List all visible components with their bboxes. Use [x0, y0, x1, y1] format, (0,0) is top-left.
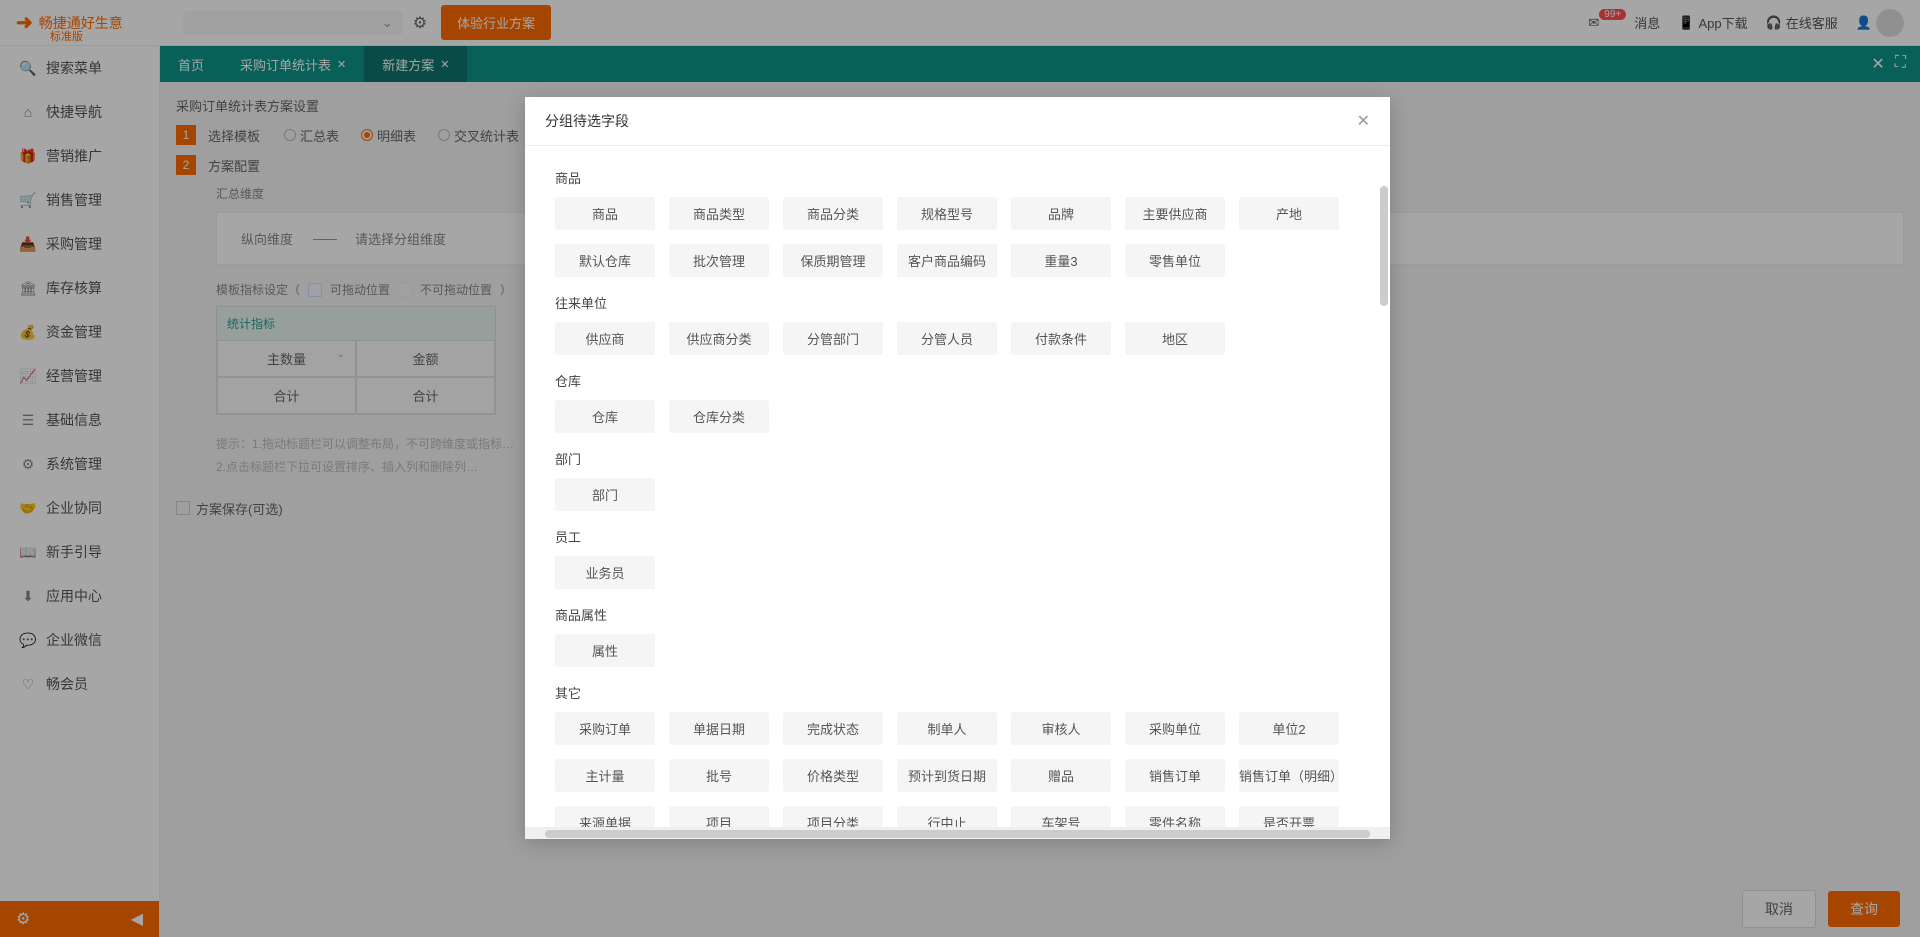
field-chip[interactable]: 零售单位 — [1125, 244, 1225, 277]
dialog-header: 分组待选字段 ✕ — [525, 97, 1390, 146]
chip-row: 业务员 — [555, 556, 1360, 589]
field-chip[interactable]: 商品分类 — [783, 197, 883, 230]
field-chip[interactable]: 供应商 — [555, 322, 655, 355]
chip-row: 供应商供应商分类分管部门分管人员付款条件地区 — [555, 322, 1360, 355]
field-chip[interactable]: 采购单位 — [1125, 712, 1225, 745]
chip-row: 商品商品类型商品分类规格型号品牌主要供应商产地默认仓库批次管理保质期管理客户商品… — [555, 197, 1360, 277]
chip-row: 仓库仓库分类 — [555, 400, 1360, 433]
field-chip[interactable]: 来源单据 — [555, 806, 655, 827]
field-group-6: 其它采购订单单据日期完成状态制单人审核人采购单位单位2 主计量批号价格类型预计到货… — [555, 683, 1360, 827]
dialog-body: 商品商品商品类型商品分类规格型号品牌主要供应商产地默认仓库批次管理保质期管理客户… — [525, 146, 1390, 827]
field-chip[interactable]: 零件名称 — [1125, 806, 1225, 827]
field-group-0: 商品商品商品类型商品分类规格型号品牌主要供应商产地默认仓库批次管理保质期管理客户… — [555, 168, 1360, 277]
field-chip[interactable]: 默认仓库 — [555, 244, 655, 277]
field-chip[interactable]: 车架号 — [1011, 806, 1111, 827]
field-chip[interactable]: 主计量 — [555, 759, 655, 792]
field-chip[interactable]: 商品类型 — [669, 197, 769, 230]
field-chip[interactable]: 审核人 — [1011, 712, 1111, 745]
field-group-1: 往来单位供应商供应商分类分管部门分管人员付款条件地区 — [555, 293, 1360, 355]
field-group-4: 员工业务员 — [555, 527, 1360, 589]
field-chip[interactable]: 销售订单（明细） — [1239, 759, 1339, 792]
chip-row: 采购订单单据日期完成状态制单人审核人采购单位单位2 主计量批号价格类型预计到货日期… — [555, 712, 1360, 827]
field-chip[interactable]: 保质期管理 — [783, 244, 883, 277]
field-chip[interactable]: 品牌 — [1011, 197, 1111, 230]
field-chip[interactable]: 商品 — [555, 197, 655, 230]
scrollbar-vertical[interactable] — [1380, 186, 1388, 306]
group-title: 部门 — [555, 449, 1360, 468]
group-title: 商品属性 — [555, 605, 1360, 624]
field-chip[interactable]: 客户商品编码 — [897, 244, 997, 277]
field-chip[interactable]: 产地 — [1239, 197, 1339, 230]
field-chip[interactable]: 分管人员 — [897, 322, 997, 355]
field-chip[interactable]: 重量3 — [1011, 244, 1111, 277]
field-chip[interactable]: 行中止 — [897, 806, 997, 827]
field-chip[interactable]: 属性 — [555, 634, 655, 667]
group-title: 往来单位 — [555, 293, 1360, 312]
group-title: 员工 — [555, 527, 1360, 546]
close-icon[interactable]: ✕ — [1357, 111, 1370, 131]
field-chip[interactable]: 分管部门 — [783, 322, 883, 355]
field-chip[interactable]: 价格类型 — [783, 759, 883, 792]
field-chip[interactable]: 地区 — [1125, 322, 1225, 355]
chip-row: 属性 — [555, 634, 1360, 667]
field-group-2: 仓库仓库仓库分类 — [555, 371, 1360, 433]
field-chip[interactable]: 规格型号 — [897, 197, 997, 230]
field-chip[interactable]: 单据日期 — [669, 712, 769, 745]
field-chip[interactable]: 项目 — [669, 806, 769, 827]
field-selection-dialog: 分组待选字段 ✕ 商品商品商品类型商品分类规格型号品牌主要供应商产地默认仓库批次… — [525, 97, 1390, 839]
field-chip[interactable]: 批号 — [669, 759, 769, 792]
field-chip[interactable]: 部门 — [555, 478, 655, 511]
field-chip[interactable]: 付款条件 — [1011, 322, 1111, 355]
field-chip[interactable]: 仓库 — [555, 400, 655, 433]
scrollbar-horizontal[interactable] — [525, 827, 1390, 839]
field-chip[interactable]: 单位2 — [1239, 712, 1339, 745]
field-chip[interactable]: 销售订单 — [1125, 759, 1225, 792]
field-chip[interactable]: 项目分类 — [783, 806, 883, 827]
field-group-5: 商品属性属性 — [555, 605, 1360, 667]
field-chip[interactable]: 主要供应商 — [1125, 197, 1225, 230]
chip-row: 部门 — [555, 478, 1360, 511]
field-chip[interactable]: 仓库分类 — [669, 400, 769, 433]
field-chip[interactable]: 完成状态 — [783, 712, 883, 745]
field-chip[interactable]: 供应商分类 — [669, 322, 769, 355]
field-chip[interactable]: 采购订单 — [555, 712, 655, 745]
group-title: 仓库 — [555, 371, 1360, 390]
field-group-3: 部门部门 — [555, 449, 1360, 511]
field-chip[interactable]: 制单人 — [897, 712, 997, 745]
group-title: 商品 — [555, 168, 1360, 187]
field-chip[interactable]: 赠品 — [1011, 759, 1111, 792]
field-chip[interactable]: 业务员 — [555, 556, 655, 589]
field-chip[interactable]: 是否开票 — [1239, 806, 1339, 827]
group-title: 其它 — [555, 683, 1360, 702]
field-chip[interactable]: 批次管理 — [669, 244, 769, 277]
field-chip[interactable]: 预计到货日期 — [897, 759, 997, 792]
dialog-title: 分组待选字段 — [545, 111, 629, 131]
